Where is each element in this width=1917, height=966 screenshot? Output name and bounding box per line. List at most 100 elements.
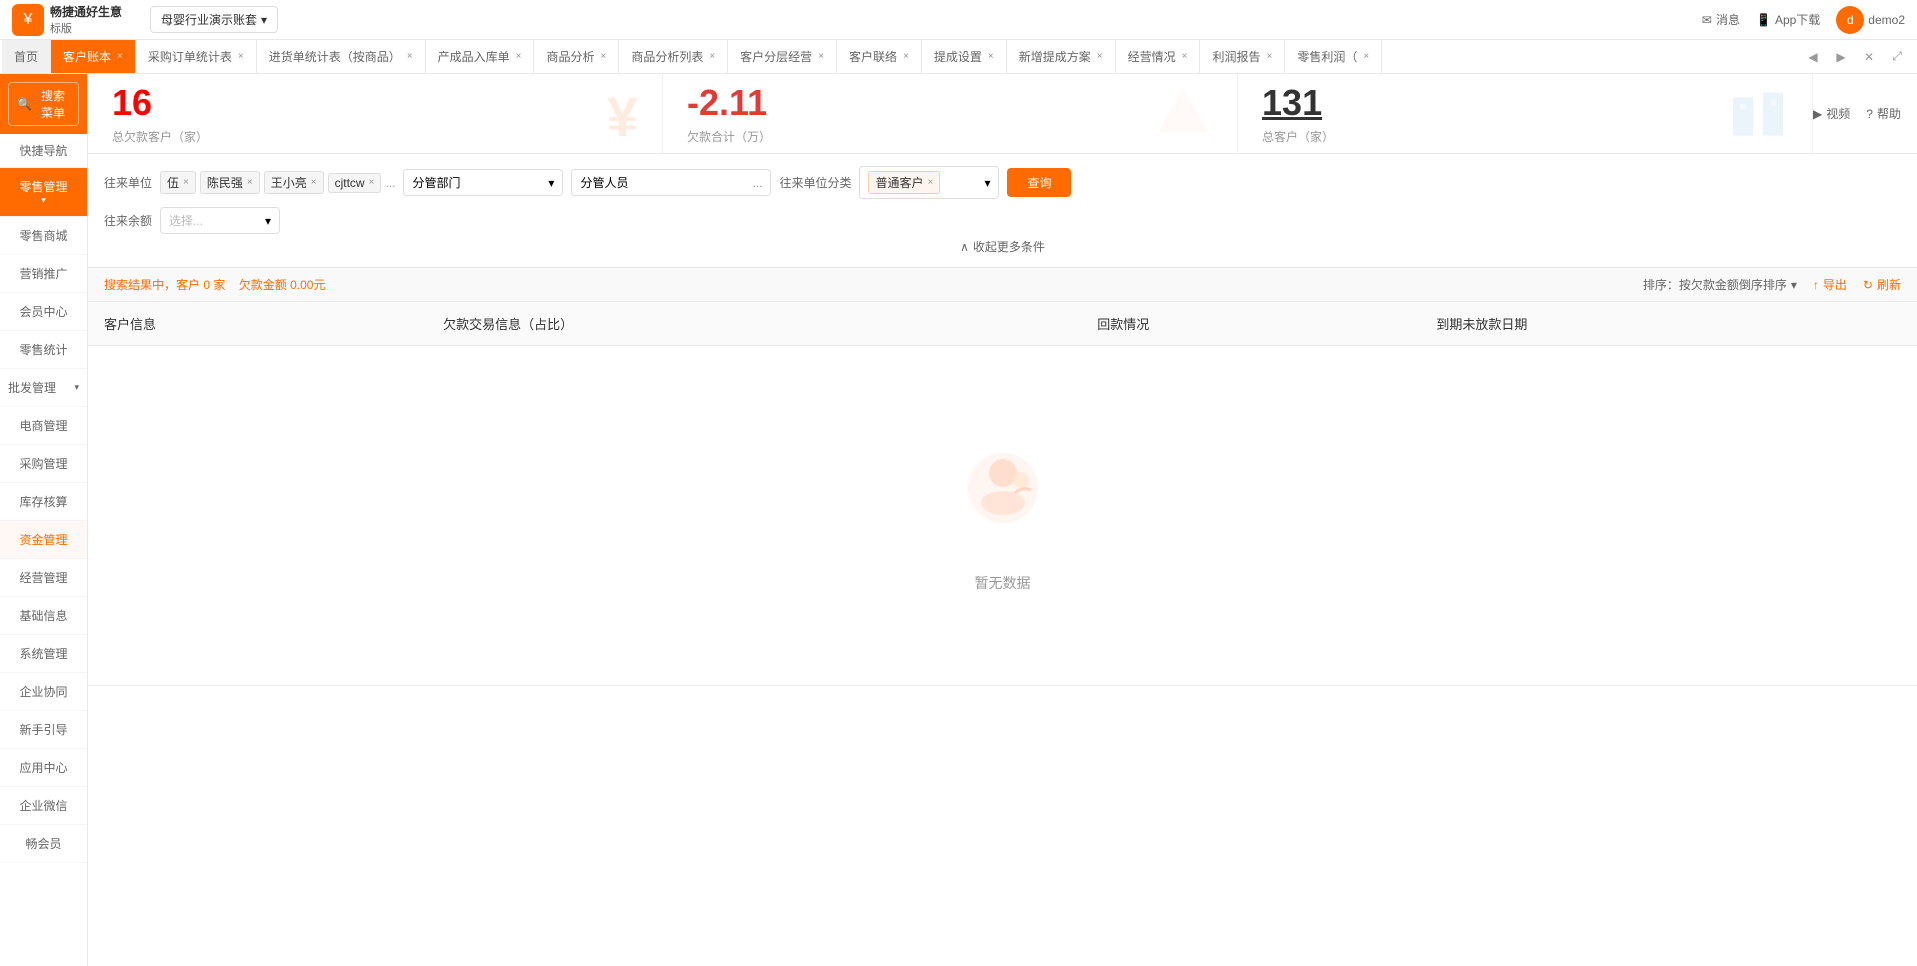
help-button[interactable]: ? 帮助 bbox=[1866, 105, 1901, 122]
nav-close-all-button[interactable]: ✕ bbox=[1857, 45, 1881, 69]
export-button[interactable]: ↑ 导出 bbox=[1813, 276, 1847, 293]
tab-purchase-order-label: 采购订单统计表 bbox=[148, 48, 232, 65]
close-icon[interactable]: × bbox=[117, 51, 123, 62]
nav-expand-button[interactable]: ⤢ bbox=[1885, 45, 1909, 69]
sidebar-item-quick-nav[interactable]: 快捷导航 bbox=[0, 134, 87, 168]
sidebar-item-ecommerce[interactable]: 电商管理 bbox=[0, 407, 87, 445]
user-name: demo2 bbox=[1868, 13, 1905, 27]
balance-filter[interactable]: 选择... ▾ bbox=[160, 207, 280, 234]
sidebar: 🔍 搜索菜单 快捷导航 零售管理 ▾ 零售商城 营销推广 会员中心 零售统计 批… bbox=[0, 74, 88, 966]
data-table: 客户信息 欠款交易信息（占比） 回款情况 到期未放款日期 bbox=[88, 302, 1917, 686]
close-icon[interactable]: × bbox=[600, 51, 606, 62]
dept-filter[interactable]: 分管部门 ▾ bbox=[403, 169, 563, 196]
user-avatar[interactable]: d demo2 bbox=[1836, 6, 1905, 34]
filter-row-1: 往来单位 伍 × 陈民强 × 王小亮 × cjttcw bbox=[104, 166, 1901, 199]
sidebar-item-member-center[interactable]: 会员中心 bbox=[0, 293, 87, 331]
chevron-down-icon: ▾ bbox=[8, 195, 79, 206]
refresh-button[interactable]: ↻ 刷新 bbox=[1863, 276, 1901, 293]
video-button[interactable]: ▶ 视频 bbox=[1813, 105, 1850, 122]
query-button[interactable]: 查询 bbox=[1007, 168, 1071, 197]
dept-filter-label: 分管部门 bbox=[412, 174, 460, 191]
filter-tag-wu-close[interactable]: × bbox=[183, 177, 189, 188]
sidebar-item-marketing[interactable]: 营销推广 bbox=[0, 255, 87, 293]
person-filter-more[interactable]: ... bbox=[752, 176, 762, 190]
close-icon[interactable]: × bbox=[238, 51, 244, 62]
sidebar-item-new-user-label: 新手引导 bbox=[19, 723, 67, 737]
close-icon[interactable]: × bbox=[818, 51, 824, 62]
top-bar-left: ¥ 畅捷通好生意 标版 母婴行业演示账套 ▾ bbox=[12, 3, 278, 36]
app-download-button[interactable]: 📱 App下载 bbox=[1756, 11, 1820, 28]
close-icon[interactable]: × bbox=[903, 51, 909, 62]
close-icon[interactable]: × bbox=[1097, 51, 1103, 62]
sidebar-item-retail-stats[interactable]: 零售统计 bbox=[0, 331, 87, 369]
tab-customer-account[interactable]: 客户账本 × bbox=[51, 40, 136, 74]
sidebar-item-wholesale-mgmt[interactable]: 批发管理 ▾ bbox=[0, 369, 87, 407]
tab-home[interactable]: 首页 bbox=[2, 40, 51, 74]
sidebar-item-retail-mall[interactable]: 零售商城 bbox=[0, 217, 87, 255]
sidebar-item-vip-member[interactable]: 畅会员 bbox=[0, 825, 87, 863]
unit-class-tag-close[interactable]: × bbox=[927, 177, 933, 188]
table-col-debt-info: 欠款交易信息（占比） bbox=[427, 302, 1081, 346]
tab-customer-contact[interactable]: 客户联络 × bbox=[837, 40, 922, 74]
filter-tag-wang-close[interactable]: × bbox=[311, 177, 317, 188]
sidebar-item-basic-info-label: 基础信息 bbox=[19, 609, 67, 623]
table-container: 客户信息 欠款交易信息（占比） 回款情况 到期未放款日期 bbox=[88, 302, 1917, 966]
tab-new-promotion[interactable]: 新增提成方案 × bbox=[1007, 40, 1116, 74]
sidebar-item-inventory[interactable]: 库存核算 bbox=[0, 483, 87, 521]
tab-promotion-settings[interactable]: 提成设置 × bbox=[922, 40, 1007, 74]
tab-operations-label: 经营情况 bbox=[1128, 48, 1176, 65]
sidebar-item-purchase-mgmt[interactable]: 采购管理 bbox=[0, 445, 87, 483]
close-icon[interactable]: × bbox=[1182, 51, 1188, 62]
tab-customer-segment[interactable]: 客户分层经营 × bbox=[728, 40, 837, 74]
tab-purchase-stats[interactable]: 进货单统计表（按商品） × bbox=[257, 40, 426, 74]
sidebar-item-new-user[interactable]: 新手引导 bbox=[0, 711, 87, 749]
sidebar-item-enterprise-wechat[interactable]: 企业微信 bbox=[0, 787, 87, 825]
sidebar-item-system-mgmt[interactable]: 系统管理 bbox=[0, 635, 87, 673]
export-label: 导出 bbox=[1823, 276, 1847, 293]
unit-class-filter-label: 往来单位分类 bbox=[779, 174, 851, 191]
sidebar-item-finance-mgmt[interactable]: 资金管理 bbox=[0, 521, 87, 559]
table-header-row: 客户信息 欠款交易信息（占比） 回款情况 到期未放款日期 bbox=[88, 302, 1917, 346]
unit-class-filter[interactable]: 普通客户 × ▾ bbox=[859, 166, 999, 199]
search-icon: 🔍 bbox=[17, 97, 32, 111]
close-icon[interactable]: × bbox=[407, 51, 413, 62]
close-icon[interactable]: × bbox=[516, 51, 522, 62]
tab-product-analysis[interactable]: 商品分析 × bbox=[534, 40, 619, 74]
tab-retail-profit[interactable]: 零售利润（ × bbox=[1285, 40, 1382, 74]
close-icon[interactable]: × bbox=[1363, 51, 1369, 62]
message-button[interactable]: ✉ 消息 bbox=[1702, 11, 1740, 28]
sidebar-item-basic-info[interactable]: 基础信息 bbox=[0, 597, 87, 635]
sidebar-item-app-center-label: 应用中心 bbox=[19, 761, 67, 775]
nav-prev-button[interactable]: ◀ bbox=[1801, 45, 1825, 69]
workspace-selector[interactable]: 母婴行业演示账套 ▾ bbox=[150, 6, 278, 33]
tab-operations[interactable]: 经营情况 × bbox=[1116, 40, 1201, 74]
person-filter[interactable]: 分管人员 ... bbox=[571, 169, 771, 196]
logo-text-group: 畅捷通好生意 标版 bbox=[50, 3, 122, 36]
filter-tag-cjttcw-close[interactable]: × bbox=[369, 177, 375, 188]
search-menu-button[interactable]: 🔍 搜索菜单 bbox=[8, 82, 79, 126]
sidebar-item-purchase-mgmt-label: 采购管理 bbox=[19, 457, 67, 471]
sidebar-item-app-center[interactable]: 应用中心 bbox=[0, 749, 87, 787]
close-icon[interactable]: × bbox=[988, 51, 994, 62]
close-icon[interactable]: × bbox=[1266, 51, 1272, 62]
table-col-customer: 客户信息 bbox=[88, 302, 427, 346]
tab-purchase-order[interactable]: 采购订单统计表 × bbox=[136, 40, 257, 74]
nav-next-button[interactable]: ▶ bbox=[1829, 45, 1853, 69]
sidebar-item-retail-mgmt[interactable]: 零售管理 ▾ bbox=[0, 168, 87, 217]
tab-product-stock[interactable]: 产成品入库单 × bbox=[426, 40, 535, 74]
sidebar-item-enterprise-collab[interactable]: 企业协同 bbox=[0, 673, 87, 711]
filter-tag-chen-close[interactable]: × bbox=[247, 177, 253, 188]
tab-retail-profit-label: 零售利润（ bbox=[1297, 48, 1357, 65]
filter-tags-more[interactable]: ... bbox=[385, 176, 395, 190]
sidebar-item-marketing-label: 营销推广 bbox=[19, 267, 67, 281]
filter-tag-wu-text: 伍 bbox=[167, 174, 179, 191]
close-icon[interactable]: × bbox=[709, 51, 715, 62]
tab-profit-report[interactable]: 利润报告 × bbox=[1200, 40, 1285, 74]
sidebar-item-operations-mgmt[interactable]: 经营管理 bbox=[0, 559, 87, 597]
table-body: 暂无数据 bbox=[88, 346, 1917, 686]
tab-profit-report-label: 利润报告 bbox=[1212, 48, 1260, 65]
sort-selector[interactable]: 排序：按欠款金额倒序排序 ▾ bbox=[1643, 276, 1797, 293]
collapse-button[interactable]: ∧ 收起更多条件 bbox=[960, 238, 1045, 255]
tab-product-analysis-list[interactable]: 商品分析列表 × bbox=[619, 40, 728, 74]
help-label: 帮助 bbox=[1877, 105, 1901, 122]
